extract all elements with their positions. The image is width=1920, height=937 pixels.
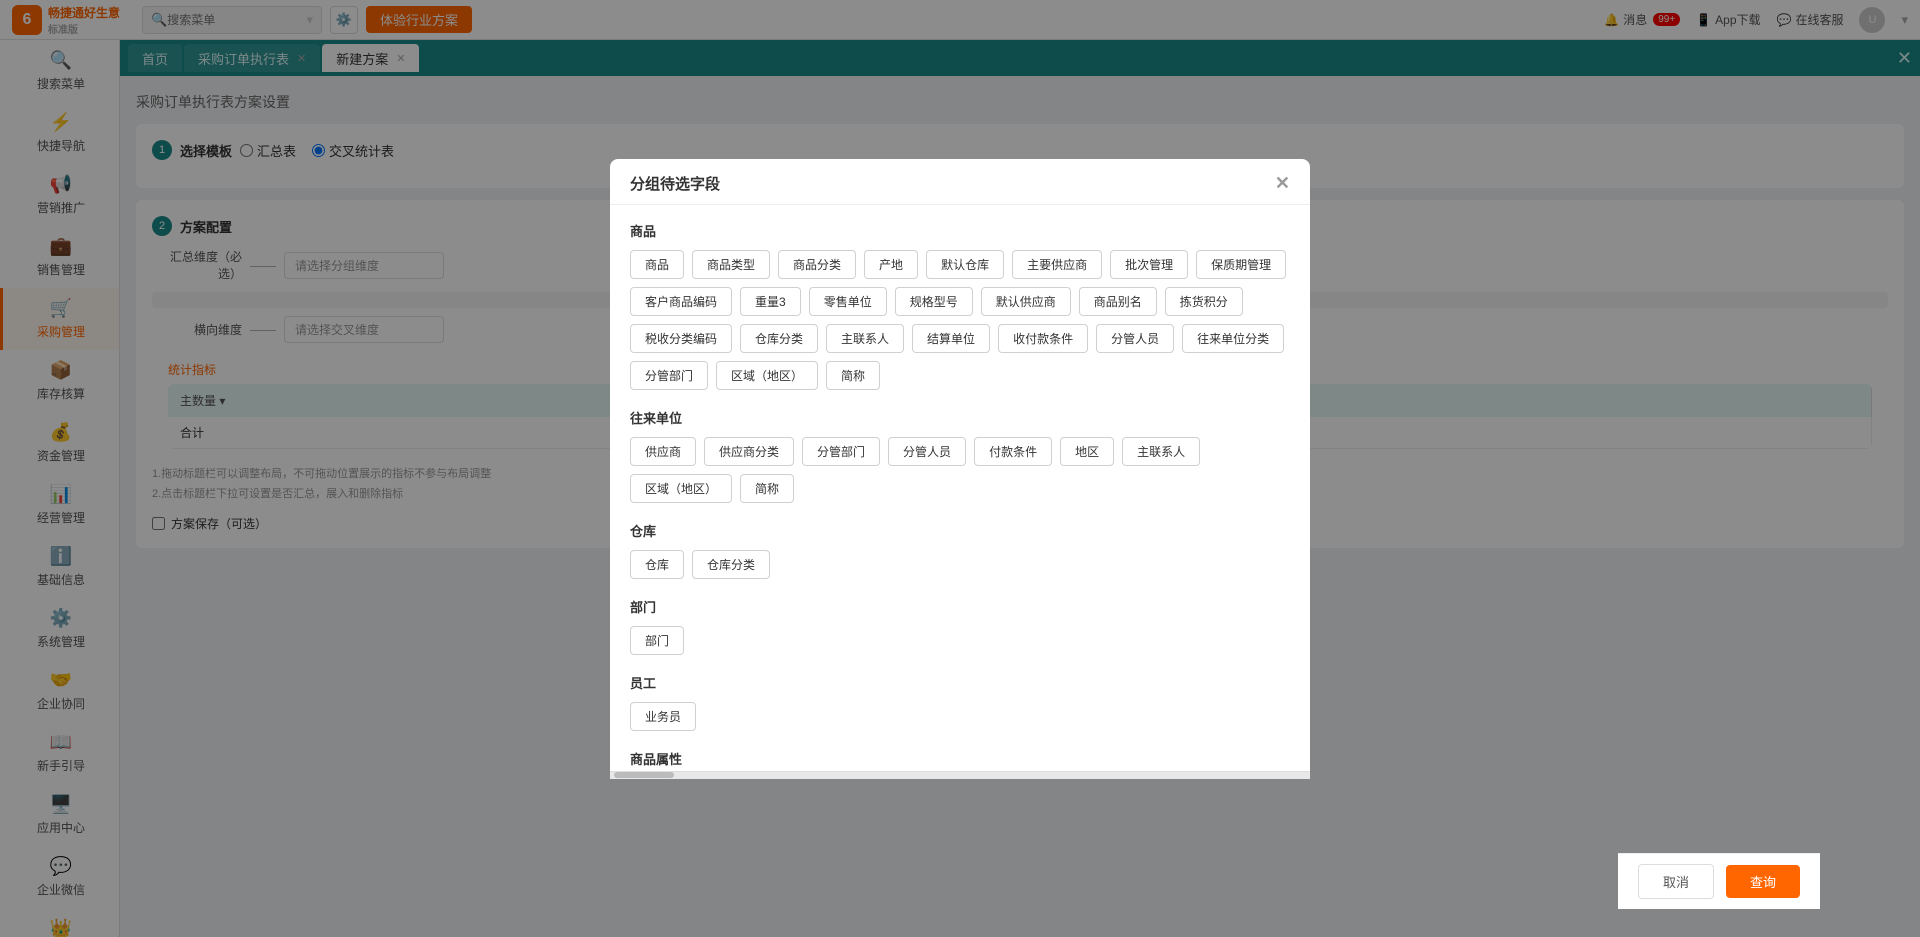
field-group-1: 往来单位供应商供应商分类分管部门分管人员付款条件地区主联系人区域（地区） 简称 <box>630 408 1290 503</box>
field-chip-0-17[interactable]: 主联系人 <box>826 324 904 353</box>
field-chip-2-1[interactable]: 仓库分类 <box>692 550 770 579</box>
field-chip-1-8[interactable]: 简称 <box>740 474 794 503</box>
field-chip-0-19[interactable]: 收付款条件 <box>998 324 1088 353</box>
field-chip-0-3[interactable]: 产地 <box>864 250 918 279</box>
field-chip-0-5[interactable]: 主要供应商 <box>1012 250 1102 279</box>
modal-close-button[interactable]: ✕ <box>1275 173 1290 194</box>
field-chips-3: 部门 <box>630 626 1290 655</box>
field-group-0: 商品商品商品类型商品分类产地默认仓库主要供应商批次管理保质期管理客户商品编码重量… <box>630 221 1290 390</box>
field-chip-0-11[interactable]: 规格型号 <box>895 287 973 316</box>
modal-overlay[interactable]: 分组待选字段 ✕ 商品商品商品类型商品分类产地默认仓库主要供应商批次管理保质期管… <box>0 0 1920 937</box>
modal-footer: 取消 查询 <box>1618 853 1820 909</box>
field-chips-0: 商品商品类型商品分类产地默认仓库主要供应商批次管理保质期管理客户商品编码重量3 零… <box>630 250 1290 390</box>
field-group-title-3: 部门 <box>630 597 1290 616</box>
field-chip-0-4[interactable]: 默认仓库 <box>926 250 1004 279</box>
field-chip-0-6[interactable]: 批次管理 <box>1110 250 1188 279</box>
field-chips-1: 供应商供应商分类分管部门分管人员付款条件地区主联系人区域（地区） 简称 <box>630 437 1290 503</box>
field-chip-0-9[interactable]: 重量3 <box>740 287 801 316</box>
field-chip-1-3[interactable]: 分管人员 <box>888 437 966 466</box>
field-chip-0-13[interactable]: 商品别名 <box>1079 287 1157 316</box>
field-chip-0-15[interactable]: 税收分类编码 <box>630 324 732 353</box>
field-chip-0-16[interactable]: 仓库分类 <box>740 324 818 353</box>
field-chip-0-2[interactable]: 商品分类 <box>778 250 856 279</box>
field-group-title-4: 员工 <box>630 673 1290 692</box>
modal-header: 分组待选字段 ✕ <box>610 159 1310 205</box>
field-chip-0-12[interactable]: 默认供应商 <box>981 287 1071 316</box>
field-chip-0-24[interactable]: 简称 <box>826 361 880 390</box>
field-chip-0-7[interactable]: 保质期管理 <box>1196 250 1286 279</box>
field-chip-1-2[interactable]: 分管部门 <box>802 437 880 466</box>
field-group-2: 仓库仓库仓库分类 <box>630 521 1290 579</box>
field-group-title-2: 仓库 <box>630 521 1290 540</box>
confirm-button[interactable]: 查询 <box>1726 865 1800 898</box>
field-chip-1-4[interactable]: 付款条件 <box>974 437 1052 466</box>
field-group-4: 员工业务员 <box>630 673 1290 731</box>
field-chips-2: 仓库仓库分类 <box>630 550 1290 579</box>
field-group-title-1: 往来单位 <box>630 408 1290 427</box>
field-chip-2-0[interactable]: 仓库 <box>630 550 684 579</box>
field-chip-0-20[interactable]: 分管人员 <box>1096 324 1174 353</box>
field-group-title-5: 商品属性 <box>630 749 1290 768</box>
field-chip-4-0[interactable]: 业务员 <box>630 702 696 731</box>
field-select-modal: 分组待选字段 ✕ 商品商品商品类型商品分类产地默认仓库主要供应商批次管理保质期管… <box>610 159 1310 779</box>
cancel-button[interactable]: 取消 <box>1638 864 1714 899</box>
field-group-5: 商品属性属性颜色多规格尺码鞋码1 <box>630 749 1290 772</box>
modal-hscroll-thumb[interactable] <box>614 772 674 778</box>
field-chip-0-18[interactable]: 结算单位 <box>912 324 990 353</box>
field-chip-1-0[interactable]: 供应商 <box>630 437 696 466</box>
field-chip-1-6[interactable]: 主联系人 <box>1122 437 1200 466</box>
field-group-title-0: 商品 <box>630 221 1290 240</box>
modal-body: 商品商品商品类型商品分类产地默认仓库主要供应商批次管理保质期管理客户商品编码重量… <box>610 205 1310 772</box>
modal-horizontal-scrollbar[interactable] <box>610 771 1310 778</box>
field-chip-3-0[interactable]: 部门 <box>630 626 684 655</box>
field-chip-0-0[interactable]: 商品 <box>630 250 684 279</box>
modal-title: 分组待选字段 <box>630 173 720 194</box>
field-chip-1-7[interactable]: 区域（地区） <box>630 474 732 503</box>
field-chip-0-22[interactable]: 分管部门 <box>630 361 708 390</box>
field-group-3: 部门部门 <box>630 597 1290 655</box>
field-chip-0-14[interactable]: 拣货积分 <box>1165 287 1243 316</box>
field-chip-1-1[interactable]: 供应商分类 <box>704 437 794 466</box>
field-chips-4: 业务员 <box>630 702 1290 731</box>
field-chip-1-5[interactable]: 地区 <box>1060 437 1114 466</box>
field-chip-0-1[interactable]: 商品类型 <box>692 250 770 279</box>
field-chip-0-10[interactable]: 零售单位 <box>809 287 887 316</box>
field-chip-0-8[interactable]: 客户商品编码 <box>630 287 732 316</box>
field-chip-0-21[interactable]: 往来单位分类 <box>1182 324 1284 353</box>
field-chip-0-23[interactable]: 区域（地区） <box>716 361 818 390</box>
